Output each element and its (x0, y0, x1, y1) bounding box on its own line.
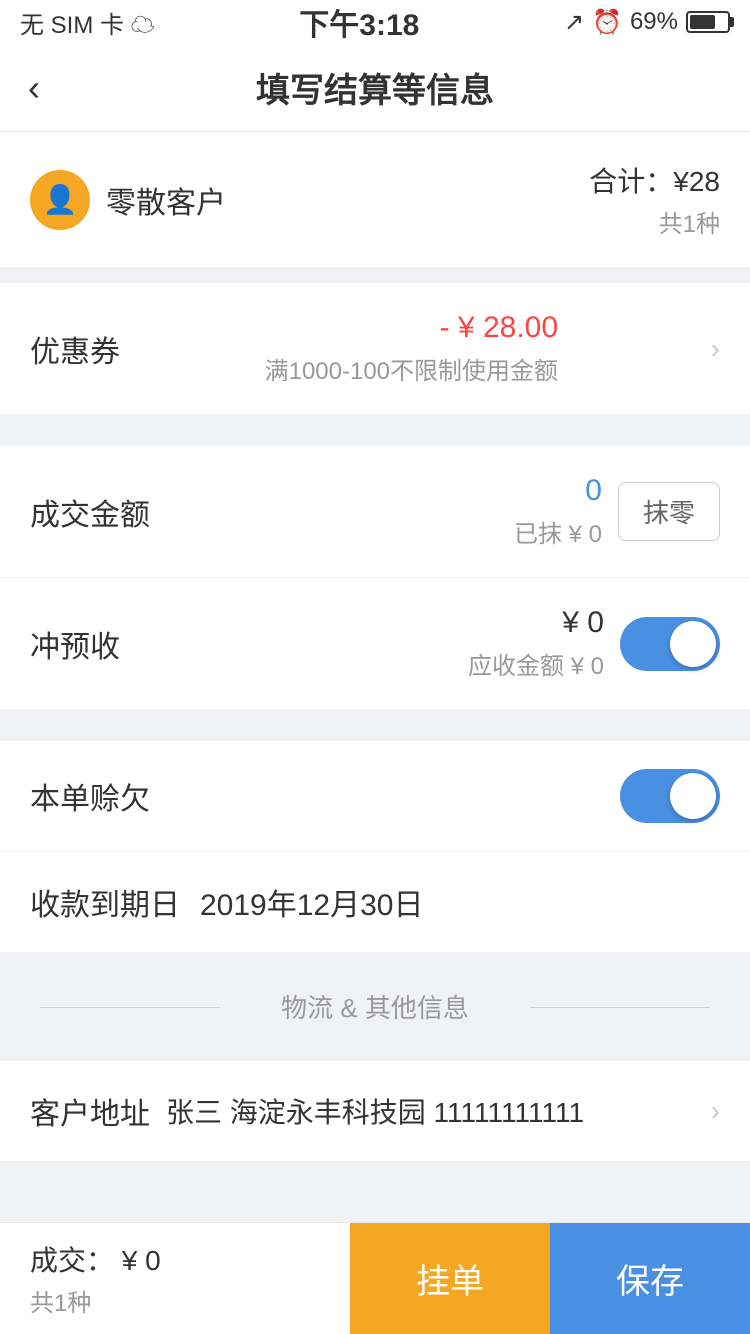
customer-count: 共1种 (589, 204, 720, 239)
bottom-bar: 成交： ¥ 0 共1种 挂单 保存 (0, 1222, 750, 1334)
customer-total: 合计：¥28 (589, 160, 720, 200)
coupon-row[interactable]: 优惠券 - ¥ 28.00 满1000-100不限制使用金额 › (0, 283, 750, 414)
battery-percent: 69% (630, 8, 678, 36)
prepaid-label: 冲预收 (30, 622, 120, 666)
prepaid-sub: 应收金额 ¥ 0 (468, 646, 604, 681)
location-icon: ↗ (564, 8, 584, 37)
prepaid-toggle-knob (670, 621, 716, 667)
coupon-section: 优惠券 - ¥ 28.00 满1000-100不限制使用金额 › (0, 283, 750, 414)
deal-amount-value: 0 (514, 474, 602, 508)
address-label: 客户地址 (30, 1089, 150, 1133)
coupon-sub: 满1000-100不限制使用金额 (265, 351, 558, 386)
content: 👤 零散客户 合计：¥28 共1种 优惠券 - ¥ 28.00 满1000-10… (0, 132, 750, 1301)
due-date-row: 收款到期日 2019年12月30日 (0, 852, 750, 952)
address-chevron: › (711, 1095, 720, 1127)
credit-section: 本单赊欠 收款到期日 2019年12月30日 (0, 741, 750, 952)
customer-right: 合计：¥28 共1种 (589, 160, 720, 239)
prepaid-row: 冲预收 ¥ 0 应收金额 ¥ 0 (0, 578, 750, 709)
credit-toggle[interactable] (620, 769, 720, 823)
status-left: 无 SIM 卡 ☁ (20, 5, 155, 40)
bottom-deal-label: 成交： (30, 1245, 114, 1276)
logistics-separator: 物流 & 其他信息 (0, 968, 750, 1045)
back-button[interactable]: ‹ (28, 67, 40, 109)
prepaid-right: ¥ 0 应收金额 ¥ 0 (468, 606, 720, 681)
coupon-chevron: › (711, 333, 720, 365)
avatar-icon: 👤 (43, 183, 78, 216)
customer-section: 👤 零散客户 合计：¥28 共1种 (0, 132, 750, 267)
status-time: 下午3:18 (299, 0, 419, 44)
avatar: 👤 (30, 170, 90, 230)
address-value: 张三 海淀永丰科技园 11111111111 (166, 1091, 711, 1131)
deal-amount-label: 成交金额 (30, 490, 150, 534)
battery-icon (686, 11, 730, 33)
status-right: ↗ ⏰ 69% (564, 8, 730, 37)
status-bar: 无 SIM 卡 ☁ 下午3:18 ↗ ⏰ 69% (0, 0, 750, 44)
address-row[interactable]: 客户地址 张三 海淀永丰科技园 11111111111 › (0, 1061, 750, 1161)
bottom-deal-amount: ¥ 0 (122, 1245, 161, 1276)
coupon-discount: - ¥ 28.00 (265, 311, 558, 345)
round-zero-button[interactable]: 抹零 (618, 482, 720, 541)
customer-left: 👤 零散客户 (30, 170, 226, 230)
due-date-value: 2019年12月30日 (200, 880, 423, 924)
deal-amount-sub: 已抹 ¥ 0 (514, 514, 602, 549)
deal-amount-right: 0 已抹 ¥ 0 抹零 (514, 474, 720, 549)
hang-button[interactable]: 挂单 (350, 1223, 550, 1334)
prepaid-toggle[interactable] (620, 617, 720, 671)
bottom-info: 成交： ¥ 0 共1种 (0, 1239, 350, 1318)
deal-amount-row: 成交金额 0 已抹 ¥ 0 抹零 (0, 446, 750, 578)
page-title: 填写结算等信息 (256, 63, 494, 112)
credit-toggle-knob (670, 773, 716, 819)
bottom-count: 共1种 (30, 1283, 320, 1318)
logistics-label: 物流 & 其他信息 (281, 993, 469, 1023)
credit-row: 本单赊欠 (0, 741, 750, 852)
divider1 (0, 430, 750, 446)
bottom-deal-line: 成交： ¥ 0 (30, 1239, 320, 1279)
prepaid-amount: ¥ 0 (468, 606, 604, 640)
save-button[interactable]: 保存 (550, 1223, 750, 1334)
due-date-label: 收款到期日 (30, 880, 180, 924)
alarm-icon: ⏰ (592, 8, 622, 37)
deal-amount-section: 成交金额 0 已抹 ¥ 0 抹零 冲预收 ¥ 0 应收金额 ¥ 0 (0, 446, 750, 709)
nav-bar: ‹ 填写结算等信息 (0, 44, 750, 132)
credit-label: 本单赊欠 (30, 774, 150, 818)
sim-label: 无 SIM 卡 ☁ (20, 5, 155, 40)
customer-name: 零散客户 (106, 178, 226, 222)
divider2 (0, 725, 750, 741)
coupon-label: 优惠券 (30, 327, 120, 371)
